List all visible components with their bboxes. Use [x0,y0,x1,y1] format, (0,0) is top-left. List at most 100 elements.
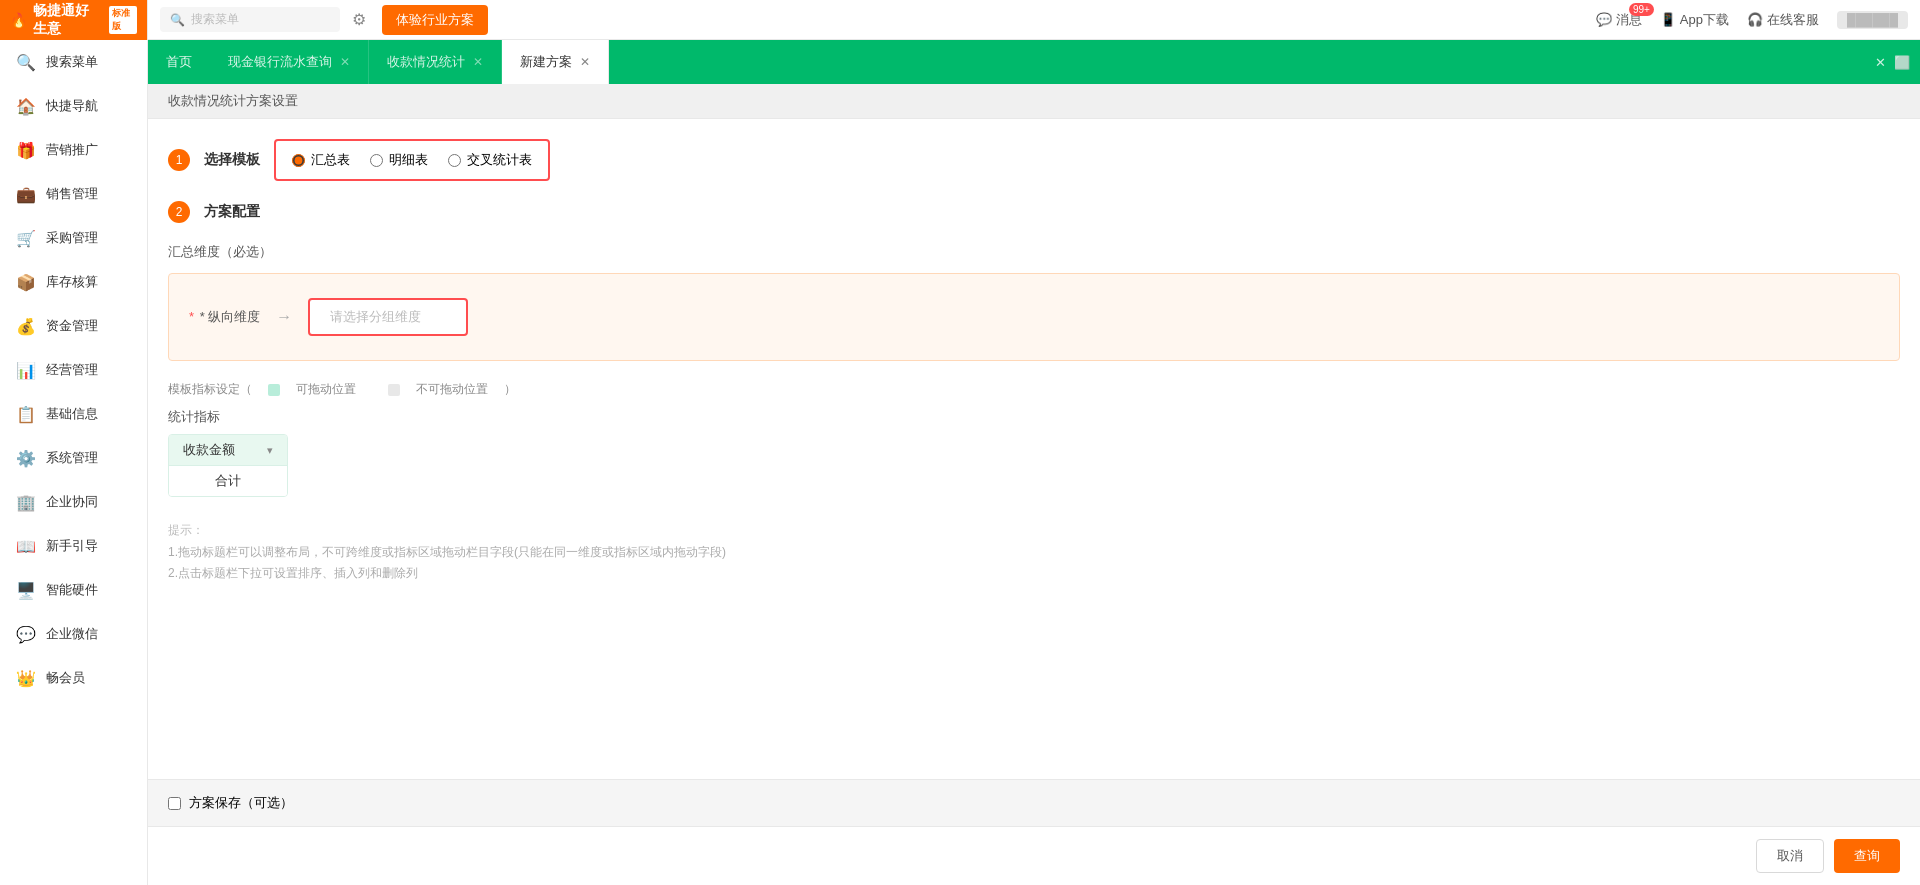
monitor-icon: 🖥️ [16,581,36,600]
undraggable-label: 不可拖动位置 [416,381,488,398]
sidebar-item-guide[interactable]: 📖 新手引导 [0,524,147,568]
sidebar-item-member[interactable]: 👑 畅会员 [0,656,147,700]
message-icon: 💬 [1596,12,1612,27]
dimension-row: * * 纵向维度 → 请选择分组维度 [189,298,1879,336]
sidebar-item-basic[interactable]: 📋 基础信息 [0,392,147,436]
dimension-select-dropdown[interactable]: 请选择分组维度 [308,298,468,336]
step2-title: 方案配置 [204,203,260,221]
sidebar-item-marketing[interactable]: 🎁 营销推广 [0,128,147,172]
sidebar-item-inventory[interactable]: 📦 库存核算 [0,260,147,304]
sidebar-item-label: 采购管理 [46,229,98,247]
metrics-setting-label: 模板指标设定（ [168,381,252,398]
tab-label: 现金银行流水查询 [228,53,332,71]
tab-label: 收款情况统计 [387,53,465,71]
sidebar-item-wechat[interactable]: 💬 企业微信 [0,612,147,656]
sidebar-item-operations[interactable]: 📊 经营管理 [0,348,147,392]
metrics-header[interactable]: 收款金额 ▾ [169,435,287,466]
dimension-title-text: 汇总维度（必选） [168,244,272,259]
required-star: * [189,309,194,324]
chevron-down-icon[interactable]: ▾ [267,444,273,457]
sidebar-item-hardware[interactable]: 🖥️ 智能硬件 [0,568,147,612]
topbar-search[interactable]: 🔍 搜索菜单 [160,7,340,32]
tip-item-2: 2.点击标题栏下拉可设置排序、插入列和删除列 [168,563,1900,585]
sidebar-item-label: 营销推广 [46,141,98,159]
sidebar-item-finance[interactable]: 💰 资金管理 [0,304,147,348]
tab-window-controls: ✕ ⬜ [1865,40,1920,84]
sidebar-item-label: 基础信息 [46,405,98,423]
step2-section: 2 方案配置 汇总维度（必选） * * 纵向维度 → 请选择分组维度 [168,201,1900,585]
sidebar-item-purchase[interactable]: 🛒 采购管理 [0,216,147,260]
step1-title: 选择模板 [204,151,260,169]
vertical-dimension-label: * * 纵向维度 [189,308,260,326]
briefcase-icon: 💼 [16,185,36,204]
settings-icon[interactable]: ⚙ [348,6,370,33]
cancel-button[interactable]: 取消 [1756,839,1824,873]
tab-collection-stats[interactable]: 收款情况统计 ✕ [369,40,502,84]
vertical-label-text: * 纵向维度 [200,309,261,324]
sidebar-item-label: 企业协同 [46,493,98,511]
step2-row: 2 方案配置 [168,201,1900,223]
download-btn[interactable]: 📱 App下载 [1660,11,1729,29]
step1-row: 1 选择模板 汇总表 明细表 交叉统计表 [168,139,1900,181]
metrics-legend: 模板指标设定（ 可拖动位置 不可拖动位置 ） [168,381,1900,398]
radio-summary-label: 汇总表 [311,151,350,169]
cart-icon: 🛒 [16,229,36,248]
footer-bar: 取消 查询 [148,826,1920,885]
topbar-right: 💬 消息 99+ 📱 App下载 🎧 在线客服 ██████ [1596,11,1908,29]
sidebar-item-label: 智能硬件 [46,581,98,599]
save-label: 方案保存（可选） [189,794,293,812]
sidebar-item-search[interactable]: 🔍 搜索菜单 [0,40,147,84]
sidebar-item-quick-nav[interactable]: 🏠 快捷导航 [0,84,147,128]
maximize-icon[interactable]: ⬜ [1894,55,1910,70]
building-icon: 🏢 [16,493,36,512]
sidebar-item-sales[interactable]: 💼 销售管理 [0,172,147,216]
trial-btn[interactable]: 体验行业方案 [382,5,488,35]
tab-cashflow[interactable]: 现金银行流水查询 ✕ [210,40,369,84]
draggable-indicator [268,384,280,396]
radio-detail[interactable]: 明细表 [370,151,428,169]
download-label: App下载 [1680,11,1729,29]
logo-icon: 🔥 [10,12,27,28]
sidebar-item-label: 销售管理 [46,185,98,203]
sidebar-item-enterprise[interactable]: 🏢 企业协同 [0,480,147,524]
service-btn[interactable]: 🎧 在线客服 [1747,11,1819,29]
query-button[interactable]: 查询 [1834,839,1900,873]
radio-cross[interactable]: 交叉统计表 [448,151,532,169]
close-icon[interactable]: ✕ [340,55,350,69]
tab-home[interactable]: 首页 [148,40,210,84]
save-checkbox[interactable] [168,797,181,810]
close-icon[interactable]: ✕ [473,55,483,69]
tab-new-plan[interactable]: 新建方案 ✕ [502,40,609,84]
dimension-section-title: 汇总维度（必选） [168,243,1900,261]
tab-label: 新建方案 [520,53,572,71]
nav-tabs: 首页 现金银行流水查询 ✕ 收款情况统计 ✕ 新建方案 ✕ ✕ ⬜ [148,40,1920,84]
radio-detail-label: 明细表 [389,151,428,169]
close-window-icon[interactable]: ✕ [1875,55,1886,70]
metrics-section: 模板指标设定（ 可拖动位置 不可拖动位置 ） 统计指标 收款金额 ▾ [168,381,1900,500]
message-btn[interactable]: 💬 消息 99+ [1596,11,1642,29]
draggable-label: 可拖动位置 [296,381,356,398]
radio-detail-input[interactable] [370,154,383,167]
user-name: ██████ [1847,13,1898,27]
sidebar-item-label: 快捷导航 [46,97,98,115]
breadcrumb: 收款情况统计方案设置 [148,84,1920,119]
message-badge: 99+ [1629,3,1654,16]
list-icon: 📋 [16,405,36,424]
radio-summary[interactable]: 汇总表 [292,151,350,169]
radio-cross-input[interactable] [448,154,461,167]
save-section: 方案保存（可选） [148,779,1920,826]
tips-title: 提示： [168,523,204,537]
metrics-table: 收款金额 ▾ 合计 [168,434,288,497]
close-icon[interactable]: ✕ [580,55,590,69]
topbar: 🔍 搜索菜单 ⚙ 体验行业方案 💬 消息 99+ 📱 App下载 🎧 在线客服 … [148,0,1920,40]
step2-number: 2 [168,201,190,223]
radio-summary-input[interactable] [292,154,305,167]
tips-section: 提示： 1.拖动标题栏可以调整布局，不可跨维度或指标区域拖动栏目字段(只能在同一… [168,520,1900,585]
search-icon: 🔍 [170,13,185,27]
metrics-header-text: 收款金额 [183,441,235,459]
sidebar-item-system[interactable]: ⚙️ 系统管理 [0,436,147,480]
page-content: 收款情况统计方案设置 1 选择模板 汇总表 明细表 [148,84,1920,885]
sidebar-item-label: 企业微信 [46,625,98,643]
user-display[interactable]: ██████ [1837,11,1908,29]
chart-icon: 📊 [16,361,36,380]
